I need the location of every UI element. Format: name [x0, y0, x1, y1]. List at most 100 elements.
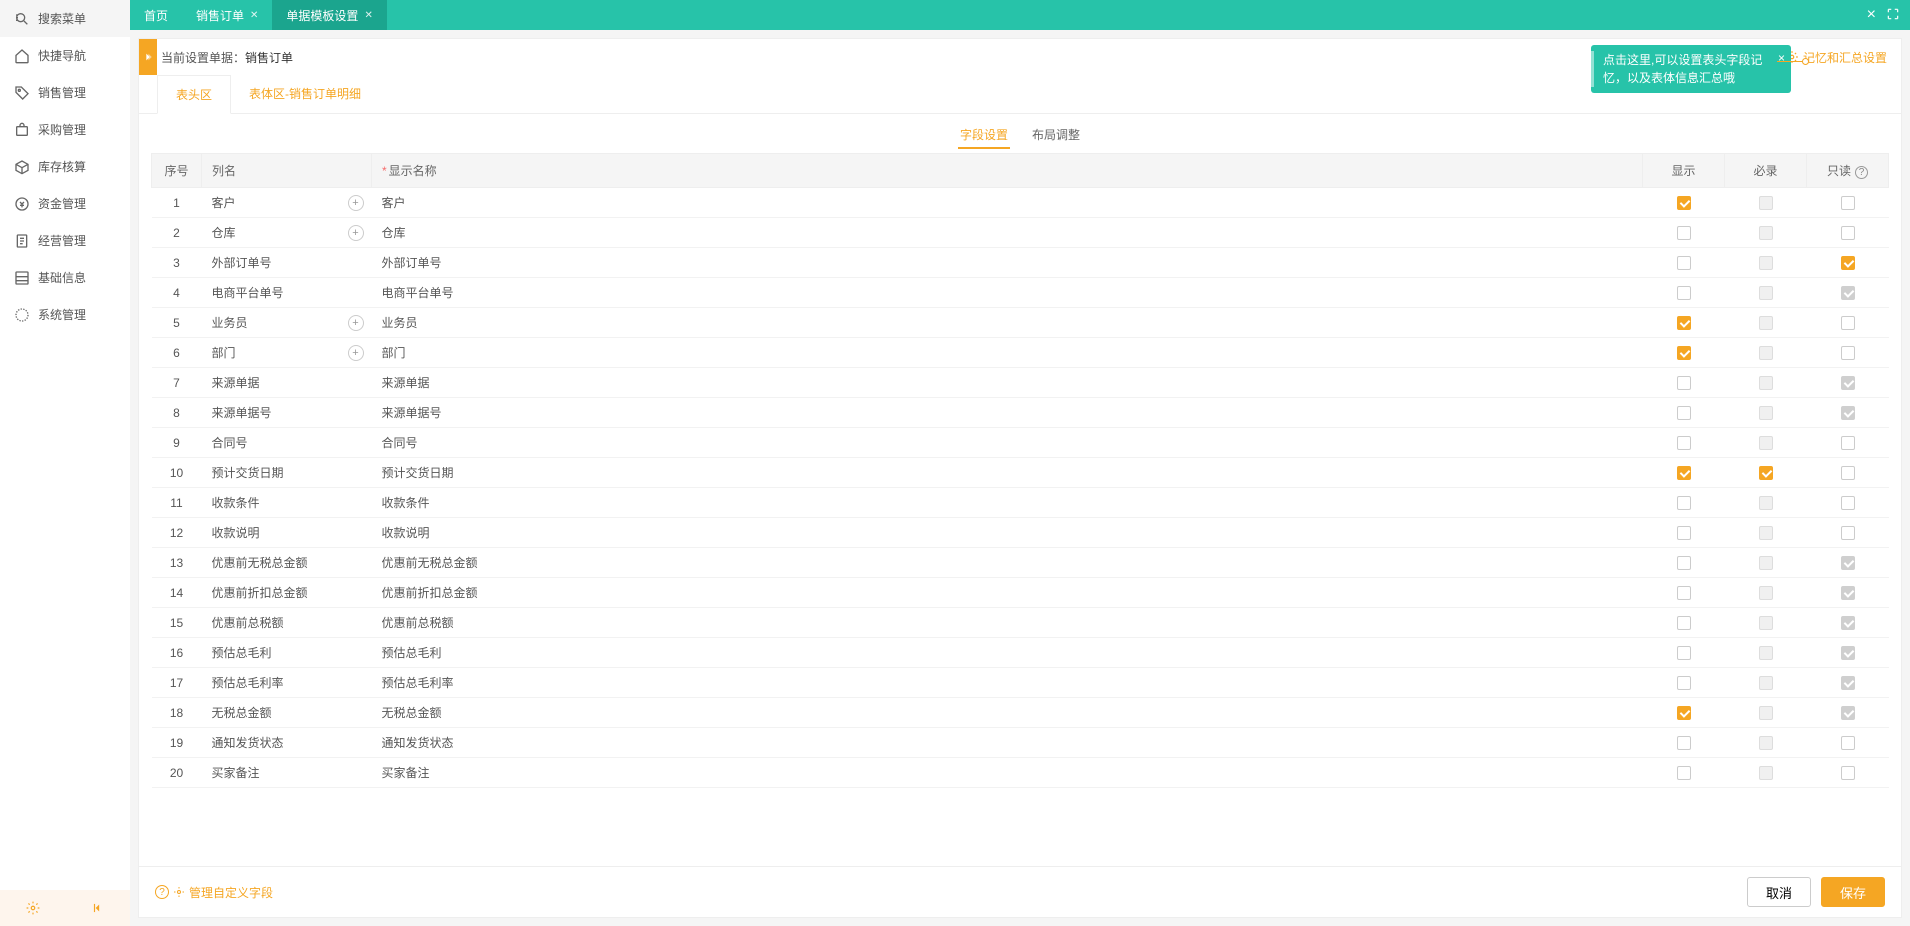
col-readonly: 只读?	[1807, 154, 1889, 188]
checkbox[interactable]	[1677, 676, 1691, 690]
sidebar-item-1[interactable]: 快捷导航	[0, 37, 130, 74]
sidebar-item-0[interactable]: 搜索菜单	[0, 0, 130, 37]
coin-icon	[14, 196, 30, 212]
checkbox[interactable]	[1841, 346, 1855, 360]
close-icon[interactable]: ✕	[250, 10, 258, 21]
checkbox	[1759, 706, 1773, 720]
checkbox[interactable]	[1841, 316, 1855, 330]
checkbox[interactable]	[1841, 736, 1855, 750]
expand-icon[interactable]	[139, 39, 157, 75]
footer-bar: ? 管理自定义字段 取消 保存	[139, 866, 1901, 917]
search-icon	[14, 11, 30, 27]
display-name-cell[interactable]: 来源单据	[372, 368, 1643, 398]
display-name-cell[interactable]: 外部订单号	[372, 248, 1643, 278]
checkbox[interactable]	[1841, 226, 1855, 240]
sidebar-item-7[interactable]: 基础信息	[0, 259, 130, 296]
display-name-cell[interactable]: 预估总毛利率	[372, 668, 1643, 698]
help-icon[interactable]: ?	[1855, 166, 1868, 179]
display-name-cell[interactable]: 优惠前总税额	[372, 608, 1643, 638]
area-tab-0[interactable]: 表头区	[157, 75, 231, 114]
memory-settings-link[interactable]: 记忆和汇总设置	[1785, 49, 1887, 66]
close-icon[interactable]: ✕	[364, 10, 372, 21]
cancel-button[interactable]: 取消	[1747, 877, 1811, 907]
close-all-icon[interactable]: ×	[1867, 6, 1876, 24]
checkbox[interactable]	[1677, 556, 1691, 570]
custom-fields-link[interactable]: ? 管理自定义字段	[155, 884, 273, 901]
checkbox[interactable]	[1677, 736, 1691, 750]
checkbox	[1841, 556, 1855, 570]
checkbox[interactable]	[1841, 436, 1855, 450]
mode-tab-0[interactable]: 字段设置	[958, 122, 1010, 149]
display-name-cell[interactable]: 合同号	[372, 428, 1643, 458]
display-name-cell[interactable]: 客户	[372, 188, 1643, 218]
display-name-cell[interactable]: 通知发货状态	[372, 728, 1643, 758]
col-index: 序号	[152, 154, 202, 188]
checkbox[interactable]	[1841, 766, 1855, 780]
checkbox[interactable]	[1841, 256, 1855, 270]
help-icon: ?	[155, 885, 169, 899]
display-name-cell[interactable]: 优惠前无税总金额	[372, 548, 1643, 578]
save-button[interactable]: 保存	[1821, 877, 1885, 907]
table-row: 15优惠前总税额优惠前总税额	[152, 608, 1889, 638]
display-name-cell[interactable]: 业务员	[372, 308, 1643, 338]
close-icon[interactable]: ×	[1778, 49, 1785, 67]
sidebar-item-5[interactable]: 资金管理	[0, 185, 130, 222]
display-name-cell[interactable]: 预计交货日期	[372, 458, 1643, 488]
display-name-cell[interactable]: 买家备注	[372, 758, 1643, 788]
add-icon[interactable]: +	[348, 345, 364, 361]
checkbox[interactable]	[1677, 646, 1691, 660]
checkbox[interactable]	[1677, 196, 1691, 210]
checkbox[interactable]	[1677, 436, 1691, 450]
fullscreen-icon[interactable]	[1886, 7, 1900, 24]
checkbox[interactable]	[1677, 316, 1691, 330]
settings-icon[interactable]	[0, 890, 65, 926]
checkbox[interactable]	[1677, 226, 1691, 240]
checkbox[interactable]	[1677, 256, 1691, 270]
checkbox[interactable]	[1677, 286, 1691, 300]
tab-1[interactable]: 销售订单✕	[182, 0, 272, 30]
display-name-cell[interactable]: 收款条件	[372, 488, 1643, 518]
mode-tab-1[interactable]: 布局调整	[1030, 122, 1082, 149]
checkbox	[1759, 316, 1773, 330]
field-table[interactable]: 序号 列名 *显示名称 显示 必录 只读? 1客户+客户2仓库+仓库3外部订单号…	[151, 153, 1889, 866]
checkbox[interactable]	[1841, 496, 1855, 510]
checkbox[interactable]	[1841, 526, 1855, 540]
add-icon[interactable]: +	[348, 225, 364, 241]
checkbox[interactable]	[1677, 766, 1691, 780]
area-tab-1[interactable]: 表体区-销售订单明细	[231, 75, 379, 113]
sidebar-item-8[interactable]: 系统管理	[0, 296, 130, 333]
checkbox[interactable]	[1841, 196, 1855, 210]
display-name-cell[interactable]: 来源单据号	[372, 398, 1643, 428]
display-name-cell[interactable]: 无税总金额	[372, 698, 1643, 728]
display-name-cell[interactable]: 电商平台单号	[372, 278, 1643, 308]
display-name-cell[interactable]: 部门	[372, 338, 1643, 368]
checkbox[interactable]	[1677, 706, 1691, 720]
display-name-cell[interactable]: 优惠前折扣总金额	[372, 578, 1643, 608]
add-icon[interactable]: +	[348, 315, 364, 331]
checkbox	[1759, 556, 1773, 570]
checkbox[interactable]	[1677, 376, 1691, 390]
checkbox[interactable]	[1677, 586, 1691, 600]
checkbox[interactable]	[1677, 616, 1691, 630]
sidebar-item-4[interactable]: 库存核算	[0, 148, 130, 185]
add-icon[interactable]: +	[348, 195, 364, 211]
table-row: 9合同号合同号	[152, 428, 1889, 458]
checkbox[interactable]	[1759, 466, 1773, 480]
display-name-cell[interactable]: 预估总毛利	[372, 638, 1643, 668]
checkbox[interactable]	[1677, 496, 1691, 510]
checkbox[interactable]	[1677, 406, 1691, 420]
checkbox[interactable]	[1677, 466, 1691, 480]
tab-2[interactable]: 单据模板设置✕	[272, 0, 386, 30]
sidebar-item-label: 库存核算	[38, 158, 86, 175]
sidebar-item-6[interactable]: 经营管理	[0, 222, 130, 259]
display-name-cell[interactable]: 收款说明	[372, 518, 1643, 548]
checkbox	[1759, 436, 1773, 450]
display-name-cell[interactable]: 仓库	[372, 218, 1643, 248]
checkbox[interactable]	[1677, 346, 1691, 360]
checkbox[interactable]	[1677, 526, 1691, 540]
collapse-icon[interactable]	[65, 890, 130, 926]
tab-0[interactable]: 首页	[130, 0, 182, 30]
sidebar-item-3[interactable]: 采购管理	[0, 111, 130, 148]
checkbox[interactable]	[1841, 466, 1855, 480]
sidebar-item-2[interactable]: 销售管理	[0, 74, 130, 111]
